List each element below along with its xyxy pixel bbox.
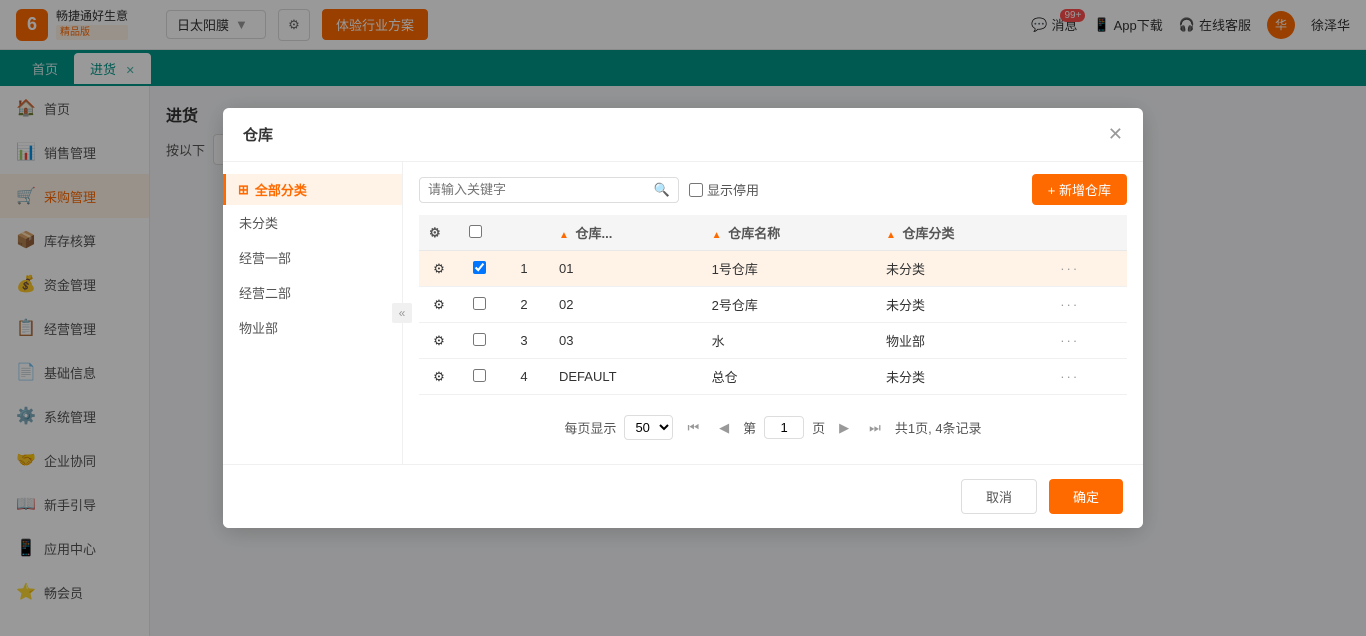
show-disabled-label[interactable]: 显示停用 <box>689 180 759 199</box>
row-actions[interactable]: ··· <box>1050 323 1127 359</box>
category-item-uncategorized[interactable]: 未分类 <box>223 205 402 240</box>
table-toolbar: 🔍 显示停用 + 新增仓库 <box>419 174 1127 205</box>
dialog-overlay: 仓库 ✕ ⊞ 全部分类 « 未分类 经营一部 经营二部 物业部 <box>0 0 1366 636</box>
col-header-check <box>459 215 499 251</box>
cancel-button[interactable]: 取消 <box>961 479 1037 514</box>
category-panel: ⊞ 全部分类 « 未分类 经营一部 经营二部 物业部 <box>223 162 403 464</box>
row-category: 未分类 <box>876 287 1050 323</box>
dialog-body: ⊞ 全部分类 « 未分类 经营一部 经营二部 物业部 🔍 <box>223 162 1143 464</box>
row-category: 物业部 <box>876 323 1050 359</box>
first-page-button[interactable]: ⏮ <box>681 418 705 438</box>
row-code: 01 <box>549 251 702 287</box>
warehouse-table: ⚙ ▲ 仓库... ▲ 仓库名称 <box>419 215 1127 395</box>
col-header-actions <box>1050 215 1127 251</box>
row-code: 02 <box>549 287 702 323</box>
table-row[interactable]: ⚙ 1 01 1号仓库 未分类 ··· <box>419 251 1127 287</box>
dialog-footer: 取消 确定 <box>223 464 1143 528</box>
col-header-code[interactable]: ▲ 仓库... <box>549 215 702 251</box>
sort-icon: ▲ <box>886 230 896 241</box>
search-box: 🔍 <box>419 177 679 203</box>
row-actions[interactable]: ··· <box>1050 359 1127 395</box>
row-num: 4 <box>499 359 549 395</box>
row-code: DEFAULT <box>549 359 702 395</box>
row-num: 2 <box>499 287 549 323</box>
col-header-num <box>499 215 549 251</box>
table-row[interactable]: ⚙ 2 02 2号仓库 未分类 ··· <box>419 287 1127 323</box>
category-item-ops2[interactable]: 经营二部 <box>223 275 402 310</box>
col-header-name[interactable]: ▲ 仓库名称 <box>702 215 876 251</box>
page-number-input[interactable] <box>764 416 804 439</box>
category-item-property[interactable]: 物业部 <box>223 310 402 345</box>
sort-icon: ▲ <box>559 230 569 241</box>
table-row[interactable]: ⚙ 4 DEFAULT 总仓 未分类 ··· <box>419 359 1127 395</box>
add-warehouse-button[interactable]: + 新增仓库 <box>1032 174 1127 205</box>
warehouse-dialog: 仓库 ✕ ⊞ 全部分类 « 未分类 经营一部 经营二部 物业部 <box>223 108 1143 528</box>
row-code: 03 <box>549 323 702 359</box>
prev-page-button[interactable]: ◀ <box>713 418 735 438</box>
row-checkbox[interactable] <box>459 251 499 287</box>
table-panel: 🔍 显示停用 + 新增仓库 ⚙ <box>403 162 1143 464</box>
row-gear[interactable]: ⚙ <box>419 323 459 359</box>
close-icon[interactable]: ✕ <box>1108 124 1123 145</box>
search-input[interactable] <box>428 182 654 197</box>
select-all-checkbox[interactable] <box>469 225 482 238</box>
show-disabled-checkbox[interactable] <box>689 183 703 197</box>
sort-icon: ▲ <box>712 230 722 241</box>
row-num: 3 <box>499 323 549 359</box>
search-icon[interactable]: 🔍 <box>654 182 670 198</box>
row-checkbox[interactable] <box>459 359 499 395</box>
dialog-header: 仓库 ✕ <box>223 108 1143 162</box>
pagination: 每页显示 50 ⏮ ◀ 第 页 ▶ ⏭ 共1页, 4条记录 <box>419 403 1127 452</box>
row-name: 2号仓库 <box>702 287 876 323</box>
row-category: 未分类 <box>876 251 1050 287</box>
row-gear[interactable]: ⚙ <box>419 287 459 323</box>
row-actions[interactable]: ··· <box>1050 251 1127 287</box>
row-gear[interactable]: ⚙ <box>419 251 459 287</box>
row-name: 水 <box>702 323 876 359</box>
row-num: 1 <box>499 251 549 287</box>
row-category: 未分类 <box>876 359 1050 395</box>
row-checkbox[interactable] <box>459 323 499 359</box>
col-header-category[interactable]: ▲ 仓库分类 <box>876 215 1050 251</box>
dialog-title: 仓库 <box>243 124 273 145</box>
page-info: 共1页, 4条记录 <box>895 418 982 437</box>
row-gear[interactable]: ⚙ <box>419 359 459 395</box>
collapse-button[interactable]: « <box>392 303 412 323</box>
row-name: 总仓 <box>702 359 876 395</box>
col-header-gear: ⚙ <box>419 215 459 251</box>
confirm-button[interactable]: 确定 <box>1049 479 1123 514</box>
per-page-select[interactable]: 50 <box>624 415 673 440</box>
grid-icon: ⊞ <box>238 182 249 198</box>
table-row[interactable]: ⚙ 3 03 水 物业部 ··· <box>419 323 1127 359</box>
all-category-item[interactable]: ⊞ 全部分类 <box>223 174 402 205</box>
category-item-ops1[interactable]: 经营一部 <box>223 240 402 275</box>
row-name: 1号仓库 <box>702 251 876 287</box>
row-actions[interactable]: ··· <box>1050 287 1127 323</box>
row-checkbox[interactable] <box>459 287 499 323</box>
next-page-button[interactable]: ▶ <box>833 418 855 438</box>
last-page-button[interactable]: ⏭ <box>863 418 887 438</box>
